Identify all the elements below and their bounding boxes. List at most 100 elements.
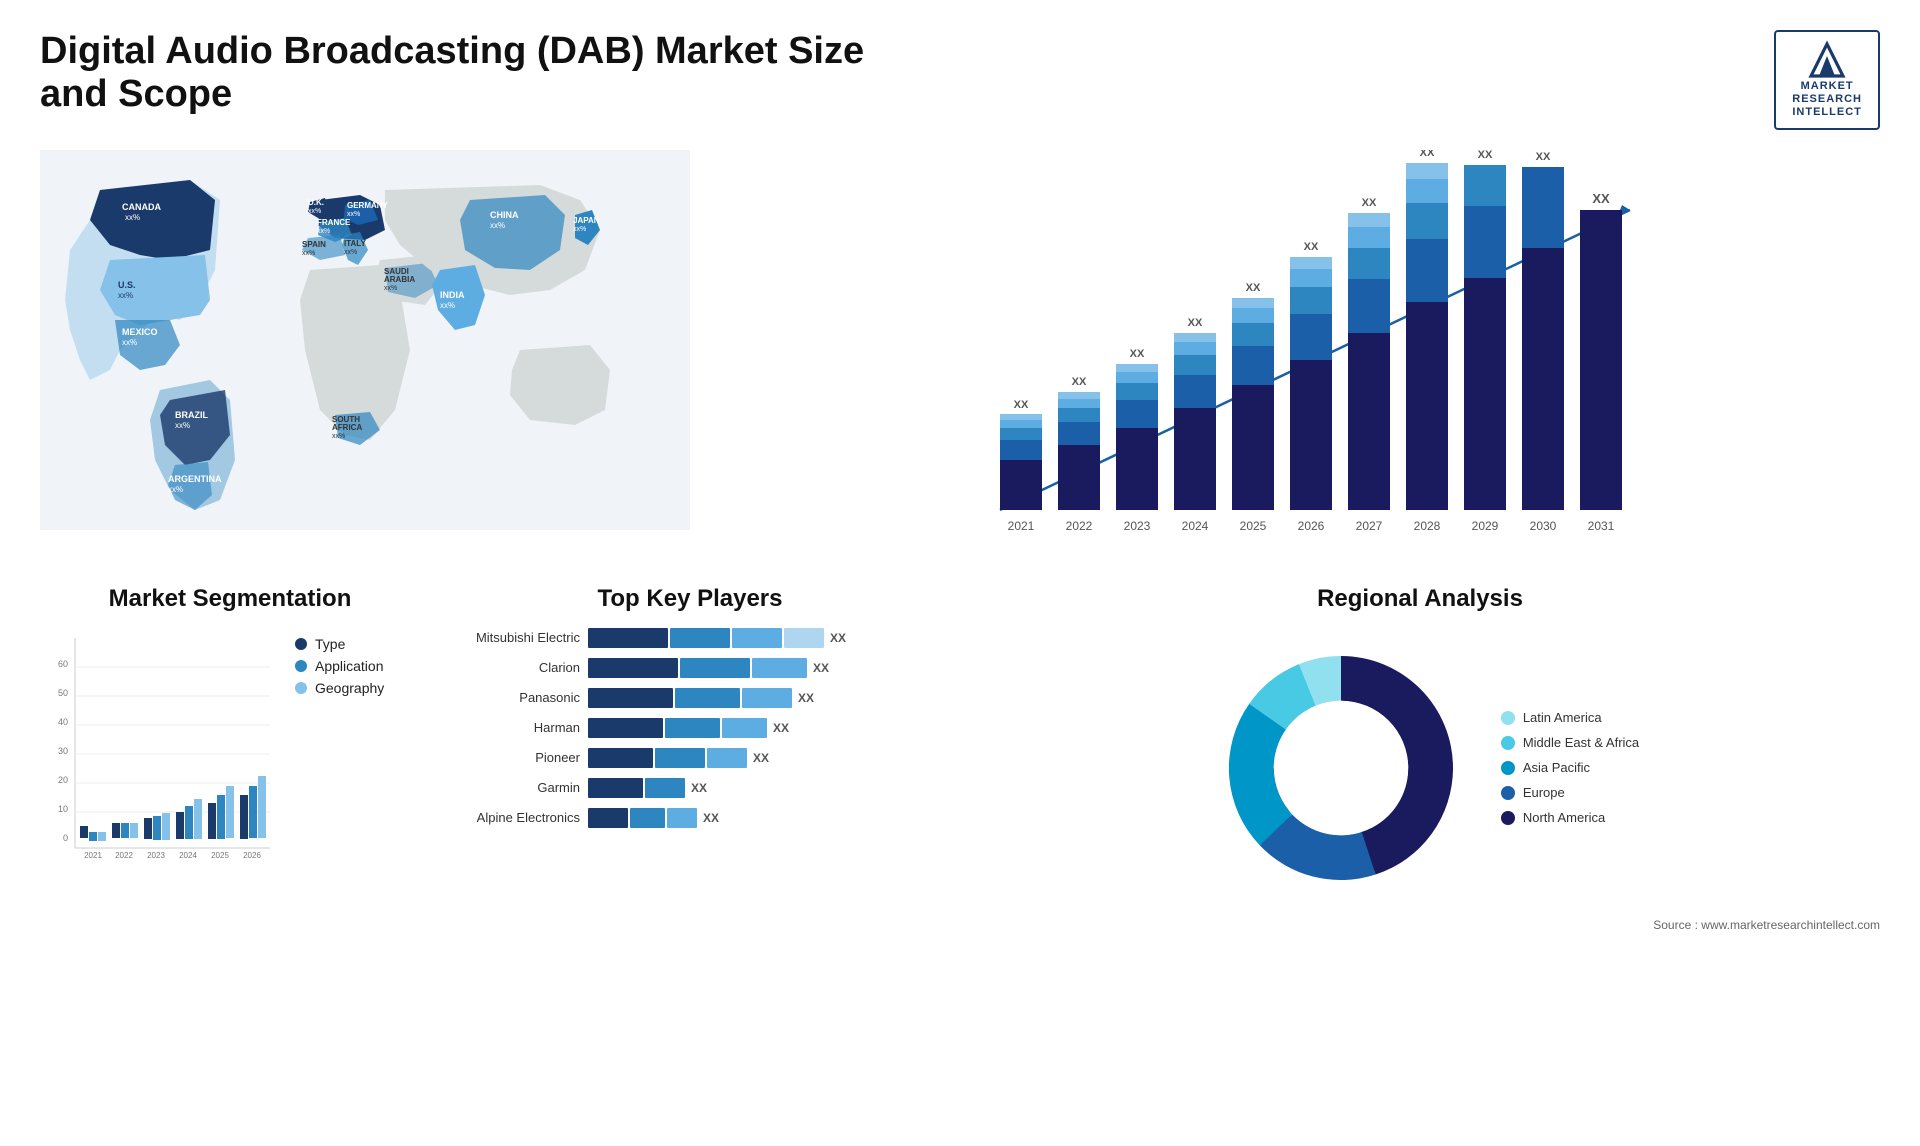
north-america-dot [1501,811,1515,825]
top-section: CANADA xx% U.S. xx% MEXICO xx% BRAZIL xx… [40,150,1880,555]
svg-text:xx%: xx% [317,228,330,235]
player-row-pioneer: Pioneer XX [440,748,940,768]
logo-icon [1802,40,1852,80]
svg-text:2024: 2024 [179,851,197,860]
key-players-title: Top Key Players [440,585,940,613]
svg-text:50: 50 [58,688,68,698]
player-row-alpine: Alpine Electronics XX [440,808,940,828]
svg-text:xx%: xx% [490,221,505,230]
key-players-section: Top Key Players Mitsubishi Electric XX C… [440,585,940,932]
svg-text:INDIA: INDIA [440,290,465,300]
svg-text:XX: XX [1592,191,1610,206]
latin-america-dot [1501,711,1515,725]
segmentation-chart-svg: 0 10 20 30 40 50 60 2021 [40,628,280,888]
bar-segment [680,658,750,678]
player-name: Harman [440,720,580,735]
bar-segment [722,718,767,738]
svg-text:2028: 2028 [1414,519,1441,533]
svg-text:2029: 2029 [1472,519,1499,533]
svg-text:xx%: xx% [344,249,357,256]
map-area: CANADA xx% U.S. xx% MEXICO xx% BRAZIL xx… [40,150,690,555]
svg-text:XX: XX [1362,197,1377,209]
player-row-mitsubishi: Mitsubishi Electric XX [440,628,940,648]
svg-text:xx%: xx% [308,208,321,215]
segmentation-legend: Type Application Geography [295,636,384,696]
player-name: Clarion [440,660,580,675]
source-text: Source : www.marketresearchintellect.com [960,918,1880,932]
legend-europe: Europe [1501,785,1639,800]
svg-text:xx%: xx% [118,291,133,300]
legend-asia-pacific: Asia Pacific [1501,760,1639,775]
player-row-clarion: Clarion XX [440,658,940,678]
bar-segment [665,718,720,738]
map-svg: CANADA xx% U.S. xx% MEXICO xx% BRAZIL xx… [40,150,690,530]
legend-type: Type [295,636,384,652]
middle-east-africa-dot [1501,736,1515,750]
svg-text:60: 60 [58,659,68,669]
bar-segment [732,628,782,648]
svg-text:ARABIA: ARABIA [384,275,415,284]
bar-segment [752,658,807,678]
legend-north-america: North America [1501,810,1639,825]
svg-text:ITALY: ITALY [344,239,366,248]
bar-segment [588,808,628,828]
bar-segment [588,688,673,708]
svg-text:XX: XX [1420,150,1435,159]
player-row-panasonic: Panasonic XX [440,688,940,708]
europe-dot [1501,786,1515,800]
player-row-garmin: Garmin XX [440,778,940,798]
regional-donut-svg [1201,628,1481,908]
bar-segment [588,778,643,798]
svg-text:2022: 2022 [1066,519,1093,533]
svg-text:U.K.: U.K. [308,198,324,207]
svg-text:0: 0 [63,833,68,843]
svg-text:MEXICO: MEXICO [122,327,158,337]
player-name: Alpine Electronics [440,810,580,825]
legend-latin-america: Latin America [1501,710,1639,725]
bar-segment [655,748,705,768]
legend-middle-east-africa: Middle East & Africa [1501,735,1639,750]
page-title: Digital Audio Broadcasting (DAB) Market … [40,30,940,116]
geography-dot [295,682,307,694]
player-row-harman: Harman XX [440,718,940,738]
svg-text:40: 40 [58,717,68,727]
player-bars: XX [588,748,940,768]
svg-text:2021: 2021 [84,851,102,860]
legend-application: Application [295,658,384,674]
svg-text:JAPAN: JAPAN [573,216,600,225]
svg-text:BRAZIL: BRAZIL [175,410,208,420]
svg-text:XX: XX [1246,282,1261,294]
bar-segment [588,748,653,768]
svg-text:20: 20 [58,775,68,785]
bar-segment [742,688,792,708]
page-header: Digital Audio Broadcasting (DAB) Market … [40,30,1880,130]
svg-text:XX: XX [1014,399,1029,411]
svg-text:xx%: xx% [122,338,137,347]
svg-text:xx%: xx% [175,421,190,430]
player-bars: XX [588,628,940,648]
svg-text:SPAIN: SPAIN [302,240,326,249]
svg-text:xx%: xx% [573,226,586,233]
svg-text:2021: 2021 [1008,519,1035,533]
svg-text:xx%: xx% [302,250,315,257]
svg-text:2025: 2025 [211,851,229,860]
svg-text:2027: 2027 [1356,519,1383,533]
bar-segment [588,658,678,678]
player-bars: XX [588,778,940,798]
svg-text:AFRICA: AFRICA [332,423,362,432]
player-name: Garmin [440,780,580,795]
regional-legend: Latin America Middle East & Africa Asia … [1501,710,1639,825]
segmentation-title: Market Segmentation [40,585,420,613]
svg-text:ARGENTINA: ARGENTINA [168,474,222,484]
logo-text: MARKET RESEARCH INTELLECT [1792,80,1862,120]
svg-text:XX: XX [1130,348,1145,360]
svg-text:2022: 2022 [115,851,133,860]
asia-pacific-dot [1501,761,1515,775]
svg-text:2025: 2025 [1240,519,1267,533]
svg-text:xx%: xx% [125,213,140,222]
main-bar-chart-svg: XX 2021 XX 2022 XX 2023 XX 20 [720,150,1880,550]
bottom-section: Market Segmentation 0 10 20 30 40 50 60 [40,585,1880,932]
svg-text:30: 30 [58,746,68,756]
svg-text:XX: XX [1478,150,1493,161]
svg-text:2030: 2030 [1530,519,1557,533]
